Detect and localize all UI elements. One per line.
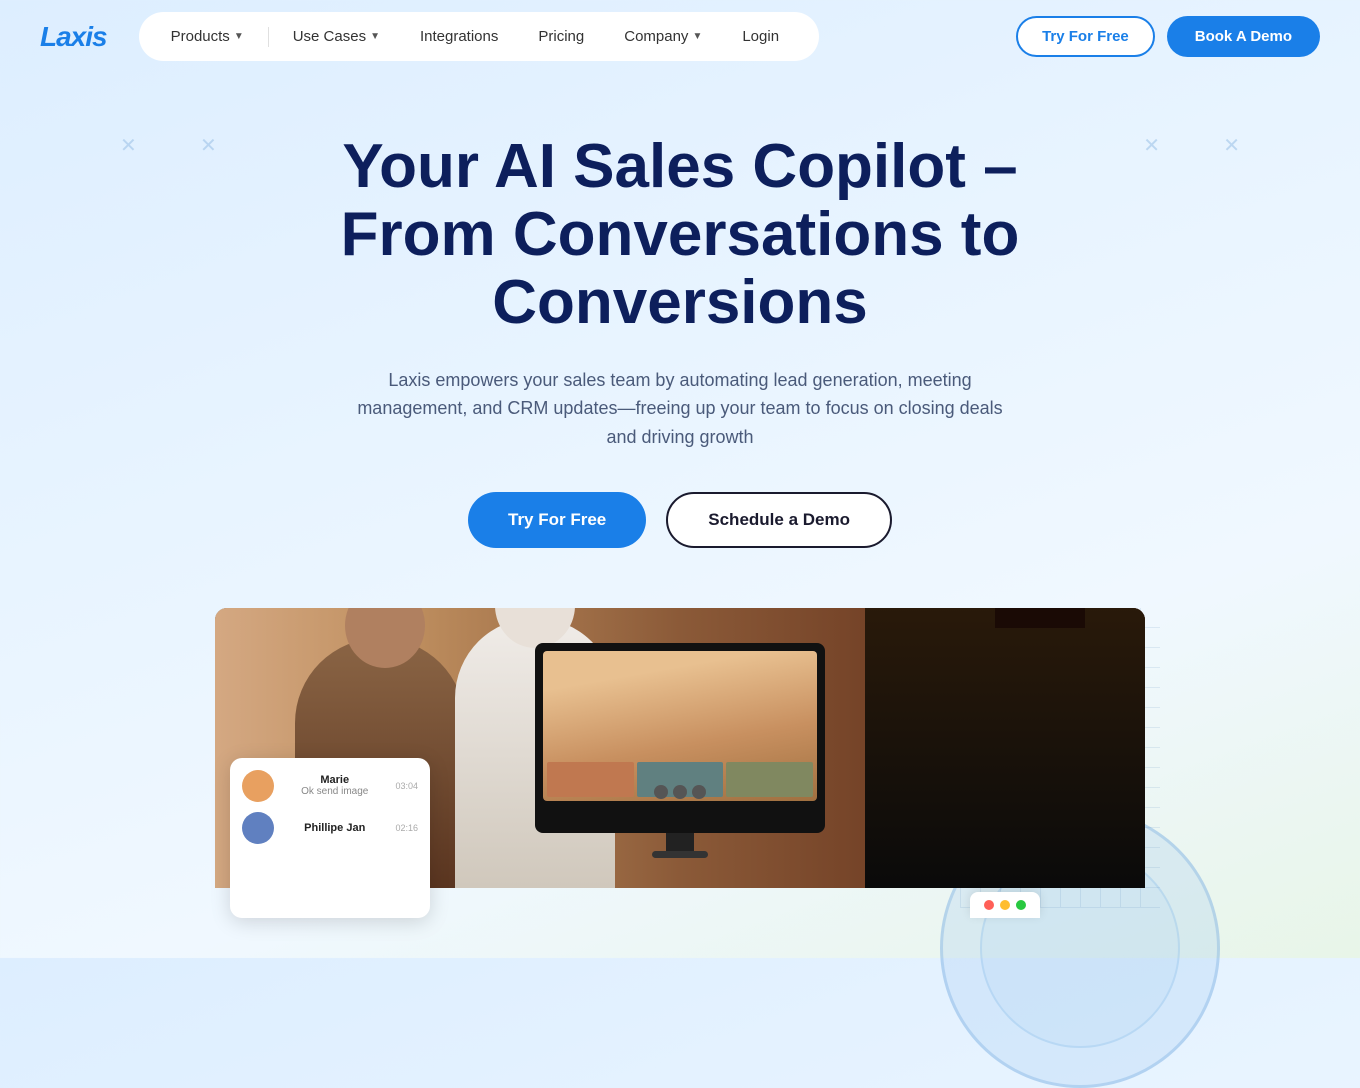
chat-name-1: Marie xyxy=(282,774,387,786)
chat-item-2: Phillipe Jan 02:16 xyxy=(242,812,418,844)
nav-label-integrations: Integrations xyxy=(420,28,498,45)
chat-time-2: 02:16 xyxy=(395,823,418,833)
nav-label-use-cases: Use Cases xyxy=(293,28,366,45)
monitor-area xyxy=(535,643,825,858)
ctrl-share xyxy=(692,785,706,799)
monitor-stand xyxy=(666,833,694,851)
nav-item-integrations[interactable]: Integrations xyxy=(404,20,514,53)
nav-item-use-cases[interactable]: Use Cases ▼ xyxy=(277,20,396,53)
nav-item-login[interactable]: Login xyxy=(726,20,795,53)
thumb-3 xyxy=(726,762,813,797)
hero-image-area: Marie Ok send image 03:04 Phillipe Jan 0… xyxy=(200,608,1160,918)
ctrl-mic xyxy=(654,785,668,799)
cross-decor-1: ✕ xyxy=(120,133,137,158)
try-for-free-button[interactable]: Try For Free xyxy=(1016,16,1155,57)
nav-item-company[interactable]: Company ▼ xyxy=(608,20,718,53)
logo[interactable]: Laxis xyxy=(40,21,107,53)
mac-window-controls xyxy=(970,892,1040,918)
nav-label-pricing: Pricing xyxy=(538,28,584,45)
hero-try-free-button[interactable]: Try For Free xyxy=(468,492,646,548)
hero-subtext: Laxis empowers your sales team by automa… xyxy=(340,366,1020,452)
chat-item-1: Marie Ok send image 03:04 xyxy=(242,770,418,802)
mac-dot-red xyxy=(984,900,994,910)
chat-avatar-2 xyxy=(242,812,274,844)
cross-decor-2: ✕ xyxy=(200,133,217,158)
hero-headline-line2: From Conversations to Conversions xyxy=(341,200,1020,337)
mac-dot-green xyxy=(1016,900,1026,910)
monitor-frame xyxy=(535,643,825,833)
thumb-1 xyxy=(547,762,634,797)
cross-decor-3: ✕ xyxy=(1223,133,1240,158)
monitor-base xyxy=(652,851,708,858)
nav-item-pricing[interactable]: Pricing xyxy=(522,20,600,53)
monitor-controls-row xyxy=(654,785,706,799)
chat-msg-1: Ok send image xyxy=(282,786,387,797)
nav-right: Try For Free Book A Demo xyxy=(1016,16,1320,57)
nav-separator-1 xyxy=(268,27,269,47)
monitor-screen xyxy=(543,651,817,801)
nav-label-company: Company xyxy=(624,28,688,45)
cross-decor-4: ✕ xyxy=(1143,133,1160,158)
nav-item-products[interactable]: Products ▼ xyxy=(155,20,260,53)
hero-buttons: Try For Free Schedule a Demo xyxy=(40,492,1320,548)
chevron-down-icon-3: ▼ xyxy=(692,31,702,42)
mac-dot-yellow xyxy=(1000,900,1010,910)
hero-headline: Your AI Sales Copilot – From Conversatio… xyxy=(230,133,1130,338)
hero-section: ✕ ✕ ✕ ✕ Your AI Sales Copilot – From Con… xyxy=(0,73,1360,958)
nav-label-products: Products xyxy=(171,28,230,45)
chevron-down-icon-2: ▼ xyxy=(370,31,380,42)
nav-label-login: Login xyxy=(742,28,779,45)
chat-name-2: Phillipe Jan xyxy=(282,822,387,834)
chat-content-1: Marie Ok send image xyxy=(282,774,387,797)
chat-avatar-1 xyxy=(242,770,274,802)
ctrl-cam xyxy=(673,785,687,799)
hero-schedule-demo-button[interactable]: Schedule a Demo xyxy=(666,492,892,548)
navbar: Laxis Products ▼ Use Cases ▼ Integration… xyxy=(0,0,1360,73)
hero-headline-line1: Your AI Sales Copilot – xyxy=(342,132,1017,201)
chat-time-1: 03:04 xyxy=(395,781,418,791)
person-right xyxy=(865,608,1145,888)
chat-overlay: Marie Ok send image 03:04 Phillipe Jan 0… xyxy=(230,758,430,918)
nav-pills: Products ▼ Use Cases ▼ Integrations Pric… xyxy=(139,12,819,61)
chevron-down-icon: ▼ xyxy=(234,31,244,42)
book-demo-button[interactable]: Book A Demo xyxy=(1167,16,1320,57)
chat-content-2: Phillipe Jan xyxy=(282,822,387,834)
